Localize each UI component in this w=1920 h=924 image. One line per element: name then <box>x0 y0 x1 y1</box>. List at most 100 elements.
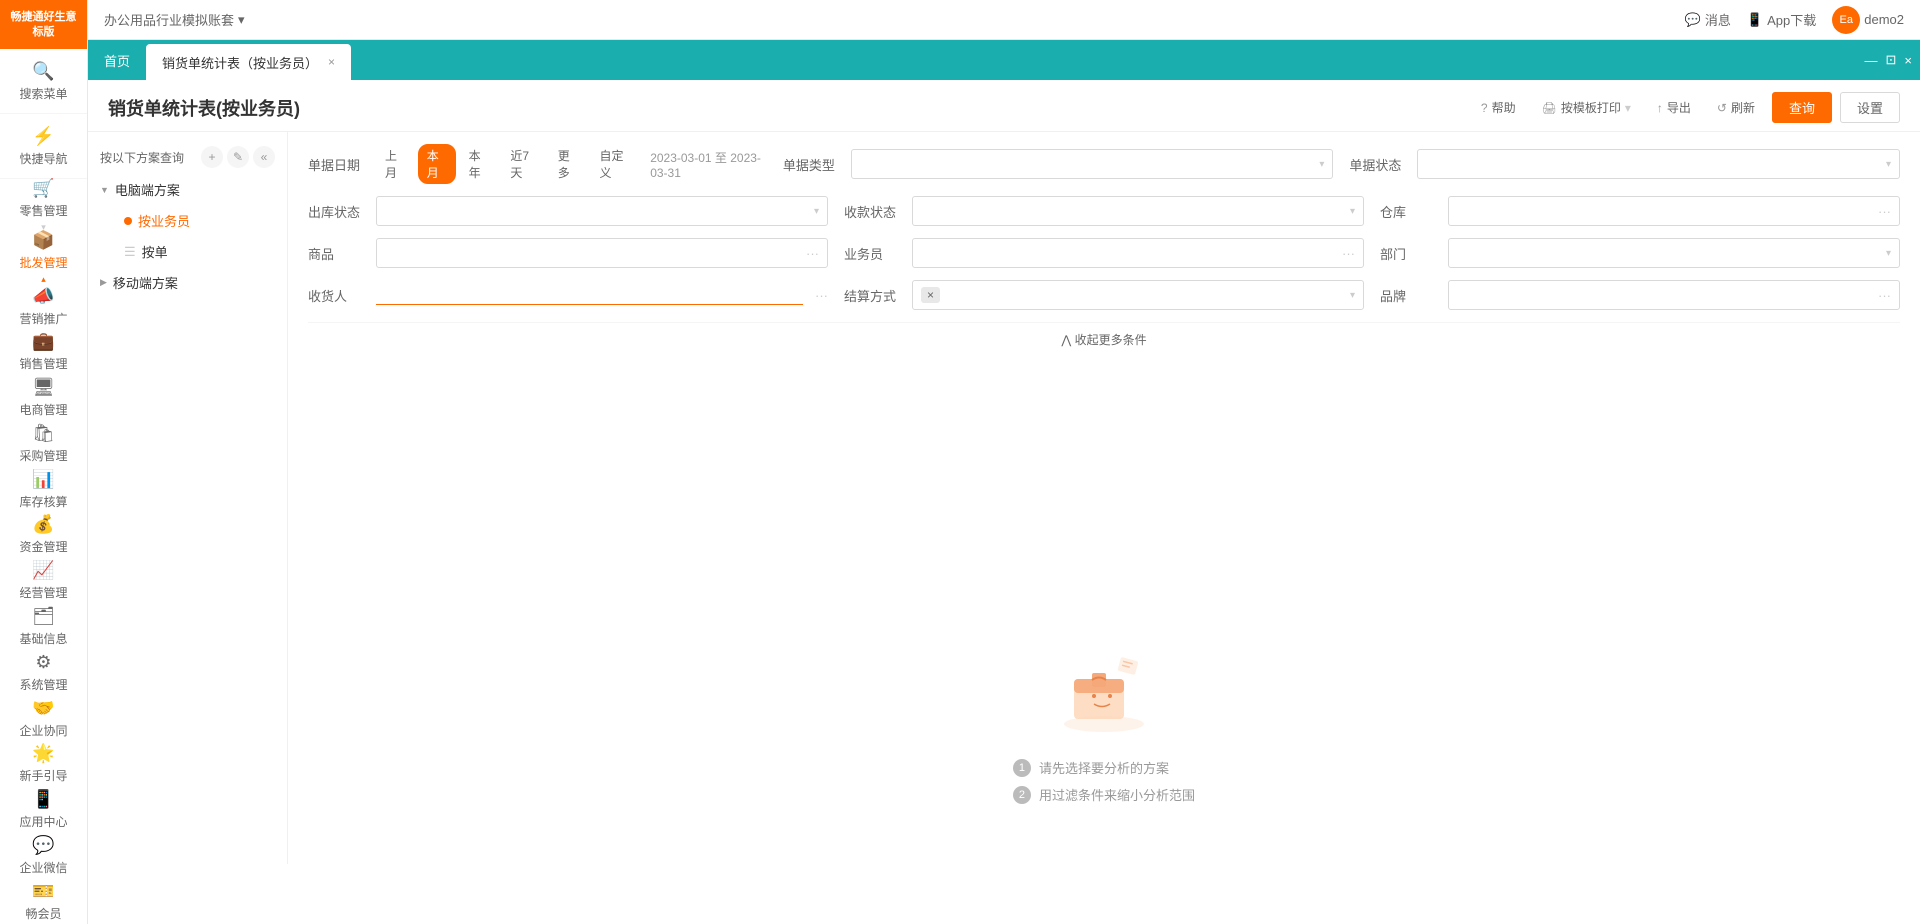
filter-item-brand: 品牌 ··· <box>1380 280 1900 310</box>
goods-control[interactable]: ··· <box>376 238 828 268</box>
tabbar: 首页 销货单统计表（按业务员） × — ⊡ × <box>88 40 1920 80</box>
tab-close-icon[interactable]: × <box>328 55 335 69</box>
sidebar-quicknav-label: 快捷导航 <box>19 150 67 167</box>
quicknav-icon: ⚡ <box>32 126 54 147</box>
tree-item-pc-section[interactable]: ▼ 电脑端方案 <box>88 174 287 205</box>
receiver-input[interactable] <box>376 285 803 305</box>
date-btn-this-year[interactable]: 本年 <box>460 144 498 184</box>
sidebar-logo[interactable]: 畅捷通好生意 标版 <box>0 0 88 49</box>
filter-row-4: 收货人 ··· 结算方式 × ▾ <box>308 280 1900 310</box>
user-profile[interactable]: Ea demo2 <box>1832 6 1904 34</box>
empty-tips: 1 请先选择要分析的方案 2 用过滤条件来缩小分析范围 <box>1013 758 1195 804</box>
inventory-icon: 📊 <box>32 469 54 490</box>
edit-scheme-button[interactable]: ✎ <box>227 146 249 168</box>
filter-item-order-type: 单据类型 ▾ <box>783 149 1334 179</box>
collect-status-control[interactable]: ▾ <box>912 196 1364 226</box>
add-scheme-button[interactable]: + <box>201 146 223 168</box>
salesperson-control[interactable]: ··· <box>912 238 1364 268</box>
collapse-icon: ⋀ <box>1061 333 1071 347</box>
date-btn-custom[interactable]: 自定义 <box>590 144 638 184</box>
settings-button[interactable]: 设置 <box>1840 92 1900 123</box>
sidebar-item-finance[interactable]: 💰 资金管理 <box>0 512 88 558</box>
sidebar-item-appcenter[interactable]: 📱 应用中心 <box>0 787 88 833</box>
sidebar-purchase-label: 采购管理 <box>19 447 67 464</box>
order-status-control[interactable]: ▾ <box>1417 149 1900 179</box>
template-print-button[interactable]: 🖨 按模板打印 ▾ <box>1533 94 1640 121</box>
date-btn-more[interactable]: 更多 <box>549 144 587 184</box>
ecommerce-icon: 🖥 <box>32 377 55 398</box>
wholesale-icon: 📦 <box>32 230 54 251</box>
help-button[interactable]: ? 帮助 <box>1472 94 1525 121</box>
sidebar-item-system[interactable]: ⚙ 系统管理 <box>0 649 88 695</box>
sidebar-item-quicknav[interactable]: ⚡ 快捷导航 <box>0 120 88 172</box>
sales-icon: 💼 <box>32 331 54 352</box>
collapse-bar[interactable]: ⋀ 收起更多条件 <box>308 322 1900 356</box>
tree-item-by-salesperson[interactable]: 按业务员 <box>112 205 287 236</box>
collapse-panel-button[interactable]: « <box>253 146 275 168</box>
member-icon: 🎫 <box>32 881 54 902</box>
settle-method-label: 结算方式 <box>844 286 904 305</box>
sidebar-item-search[interactable]: 🔍 搜索菜单 <box>0 55 88 107</box>
sidebar-item-wholesale[interactable]: 📦 批发管理 ▴ <box>0 231 88 283</box>
account-dropdown-icon: ▾ <box>238 12 245 28</box>
sidebar-item-member[interactable]: 🎫 畅会员 <box>0 878 88 924</box>
settle-tag-close[interactable]: × <box>927 288 934 302</box>
collect-status-label: 收款状态 <box>844 202 904 221</box>
tree-item-mobile-section[interactable]: ▶ 移动端方案 <box>88 267 287 298</box>
tab-home[interactable]: 首页 <box>88 40 146 80</box>
tip2-num: 2 <box>1013 786 1031 804</box>
sidebar-item-wechat[interactable]: 💬 企业微信 <box>0 832 88 878</box>
sidebar-item-basic[interactable]: 🗂 基础信息 <box>0 604 88 650</box>
brand-label: 品牌 <box>1380 286 1440 305</box>
date-btn-last-month[interactable]: 上月 <box>376 144 414 184</box>
department-control[interactable]: ▾ <box>1448 238 1900 268</box>
settle-method-tag: × <box>921 287 940 303</box>
empty-tip-2: 2 用过滤条件来缩小分析范围 <box>1013 785 1195 804</box>
order-type-control[interactable]: ▾ <box>851 149 1334 179</box>
account-selector[interactable]: 办公用品行业模拟账套 ▾ <box>104 10 245 29</box>
tab-sales-stat[interactable]: 销货单统计表（按业务员） × <box>146 44 351 80</box>
filter-item-settle-method: 结算方式 × ▾ <box>844 280 1364 310</box>
tree-mobile-expand-icon: ▶ <box>100 277 107 288</box>
refresh-button[interactable]: ↺ 刷新 <box>1708 94 1764 121</box>
goods-dots: ··· <box>806 246 819 261</box>
window-close-icon[interactable]: × <box>1904 53 1912 68</box>
sidebar-item-ecommerce[interactable]: 🖥 电商管理 <box>0 375 88 421</box>
page-actions: ? 帮助 🖨 按模板打印 ▾ ↑ 导出 ↺ 刷新 <box>1472 92 1900 123</box>
date-btn-this-month[interactable]: 本月 <box>418 144 456 184</box>
brand-control[interactable]: ··· <box>1448 280 1900 310</box>
sidebar-item-operations[interactable]: 📈 经营管理 <box>0 558 88 604</box>
sidebar-item-retail[interactable]: 🛒 零售管理 ▾ <box>0 179 88 231</box>
export-icon: ↑ <box>1657 101 1663 115</box>
sidebar-item-collab[interactable]: 🤝 企业协同 <box>0 695 88 741</box>
tip1-text: 请先选择要分析的方案 <box>1039 758 1169 777</box>
app-download-button[interactable]: 📱 App下载 <box>1747 10 1816 29</box>
export-button[interactable]: ↑ 导出 <box>1648 94 1700 121</box>
window-min-icon[interactable]: — <box>1865 53 1878 68</box>
template-print-label: 按模板打印 <box>1561 99 1621 116</box>
refresh-label: 刷新 <box>1731 99 1755 116</box>
query-button[interactable]: 查询 <box>1772 92 1832 123</box>
tree-mobile-label: 移动端方案 <box>113 273 178 292</box>
window-max-icon[interactable]: ⊡ <box>1886 52 1897 68</box>
sidebar-item-sales[interactable]: 💼 销售管理 <box>0 329 88 375</box>
warehouse-control[interactable]: ··· <box>1448 196 1900 226</box>
sidebar-system-label: 系统管理 <box>19 676 67 693</box>
tree-item-by-order[interactable]: ☰ 按单 <box>112 236 287 267</box>
out-status-control[interactable]: ▾ <box>376 196 828 226</box>
message-button[interactable]: 💬 消息 <box>1685 10 1731 29</box>
topbar-left: 办公用品行业模拟账套 ▾ <box>104 10 245 29</box>
empty-tip-1: 1 请先选择要分析的方案 <box>1013 758 1195 777</box>
export-label: 导出 <box>1667 99 1691 116</box>
filter-item-out-status: 出库状态 ▾ <box>308 196 828 226</box>
settle-method-control[interactable]: × ▾ <box>912 280 1364 310</box>
sidebar-item-purchase[interactable]: 🛍 采购管理 <box>0 421 88 467</box>
refresh-icon: ↺ <box>1717 101 1727 115</box>
empty-state: 1 请先选择要分析的方案 2 用过滤条件来缩小分析范围 <box>288 579 1920 864</box>
warehouse-label: 仓库 <box>1380 202 1440 221</box>
date-btn-7days[interactable]: 近7天 <box>501 144 544 184</box>
sidebar-item-inventory[interactable]: 📊 库存核算 <box>0 466 88 512</box>
sidebar-item-marketing[interactable]: 📣 营销推广 <box>0 283 88 329</box>
brand-dots: ··· <box>1878 288 1891 303</box>
sidebar-item-newbie[interactable]: 🌟 新手引导 <box>0 741 88 787</box>
